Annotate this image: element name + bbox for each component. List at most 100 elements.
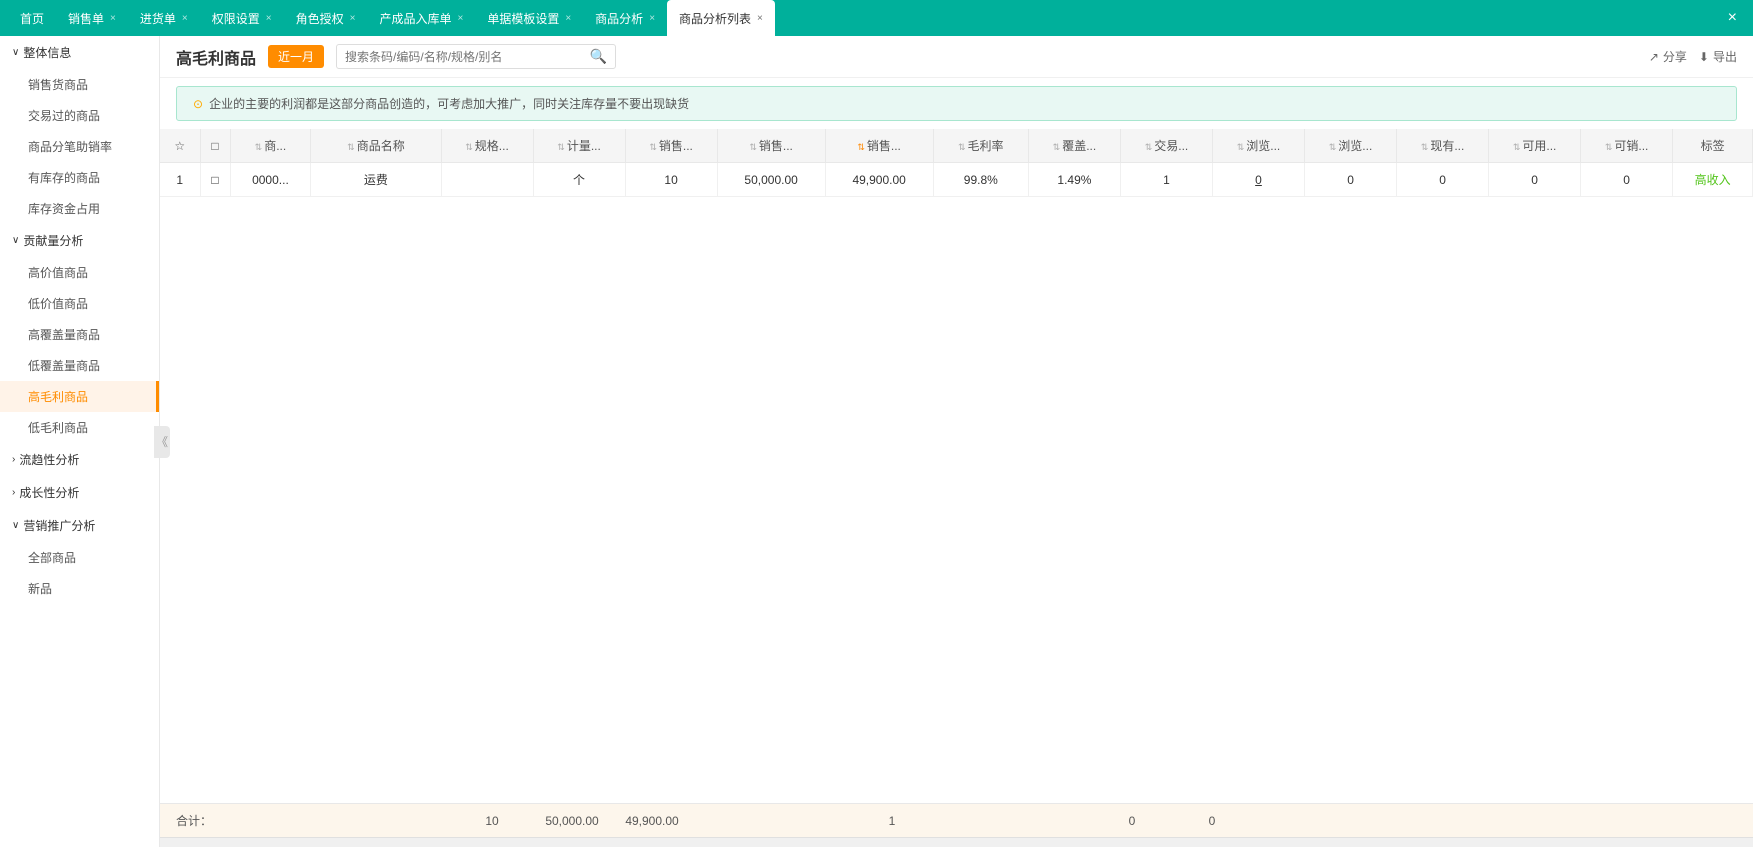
close-icon[interactable]: × [110,13,116,24]
footer-label: 合计： [176,812,212,829]
close-icon[interactable]: × [266,13,272,24]
footer-sales-qty: 10 [452,814,532,828]
header-actions: ↗ 分享 ⬇ 导出 [1649,48,1737,65]
sidebar-group-growth[interactable]: › 成长性分析 [0,476,159,509]
close-all-tabs-button[interactable]: × [1720,9,1745,27]
product-table: ☆ □ ⇅商... ⇅商品名称 ⇅规格... ⇅计量... ⇅销售... ⇅销售… [160,129,1753,197]
cell-current-stock: 0 [1397,163,1489,197]
col-current-stock[interactable]: ⇅现有... [1397,129,1489,163]
info-banner: ⊙ 企业的主要的利润都是这部分商品创造的，可考虑加大推广，同时关注库存量不要出现… [176,86,1737,121]
cell-views1[interactable]: 0 [1212,163,1304,197]
close-icon[interactable]: × [565,13,571,24]
col-settings[interactable]: ☆ [160,129,200,163]
col-spec[interactable]: ⇅规格... [441,129,533,163]
cell-checkbox[interactable]: □ [200,163,230,197]
bottom-scrollbar[interactable] [160,837,1753,847]
col-unit[interactable]: ⇅计量... [533,129,625,163]
nav-tab-template[interactable]: 单据模板设置 × [475,0,583,36]
sidebar-group-contribution[interactable]: ∨ 贡献量分析 [0,224,159,257]
sidebar-item-high-value[interactable]: 高价值商品 [0,257,159,288]
nav-tab-role[interactable]: 角色授权 × [284,0,368,36]
chevron-down-icon: ∨ [12,235,19,246]
col-checkbox[interactable]: □ [200,129,230,163]
col-sales-qty[interactable]: ⇅销售... [625,129,717,163]
footer-transactions: 1 [852,814,932,828]
close-icon[interactable]: × [649,13,655,24]
chevron-down-icon: ∨ [12,520,19,531]
col-sales-profit[interactable]: ⇅销售... [825,129,933,163]
nav-tab-purchase[interactable]: 进货单 × [128,0,200,36]
table-header-row: ☆ □ ⇅商... ⇅商品名称 ⇅规格... ⇅计量... ⇅销售... ⇅销售… [160,129,1753,163]
cell-available: 0 [1489,163,1581,197]
close-icon[interactable]: × [182,13,188,24]
col-sellable[interactable]: ⇅可销... [1581,129,1673,163]
footer-sales-amount: 50,000.00 [532,814,612,828]
sidebar-item-sales-rate[interactable]: 商品分笔助销率 [0,131,159,162]
cell-sales-profit: 49,900.00 [825,163,933,197]
chevron-down-icon: ∨ [12,47,19,58]
close-icon[interactable]: × [350,13,356,24]
sidebar-group-marketing[interactable]: ∨ 营销推广分析 [0,509,159,542]
sidebar-item-new-goods[interactable]: 新品 [0,573,159,604]
search-icon[interactable]: 🔍 [590,48,607,65]
main-layout: ∨ 整体信息 销售货商品 交易过的商品 商品分笔助销率 有库存的商品 库存资金占… [0,36,1753,847]
nav-tab-product-analysis[interactable]: 商品分析 × [583,0,667,36]
table-row: 1 □ 0000... 运费 个 10 50,000.00 49,900.00 … [160,163,1753,197]
cell-gross-margin: 99.8% [933,163,1028,197]
col-sales-amount[interactable]: ⇅销售... [717,129,825,163]
sidebar-item-traded-goods[interactable]: 交易过的商品 [0,100,159,131]
sidebar-item-in-stock[interactable]: 有库存的商品 [0,162,159,193]
sidebar: ∨ 整体信息 销售货商品 交易过的商品 商品分笔助销率 有库存的商品 库存资金占… [0,36,160,847]
cell-tag: 高收入 [1673,163,1753,197]
cell-name: 运费 [311,163,441,197]
sidebar-item-low-coverage[interactable]: 低覆盖量商品 [0,350,159,381]
footer-current-stock: 0 [1092,814,1172,828]
nav-tab-sales[interactable]: 销售单 × [56,0,128,36]
search-box: 🔍 [336,44,616,69]
content-header: 高毛利商品 近一月 🔍 ↗ 分享 ⬇ 导出 [160,36,1753,78]
col-available[interactable]: ⇅可用... [1489,129,1581,163]
table-footer: 合计： 10 50,000.00 49,900.00 1 0 0 [160,803,1753,837]
cell-unit: 个 [533,163,625,197]
info-icon: ⊙ [193,97,203,111]
nav-tab-inbound[interactable]: 产成品入库单 × [367,0,475,36]
content-area: 高毛利商品 近一月 🔍 ↗ 分享 ⬇ 导出 ⊙ 企业的主要的利润都是这部分商品创… [160,36,1753,847]
col-coverage[interactable]: ⇅覆盖... [1028,129,1120,163]
nav-tab-product-analysis-list[interactable]: 商品分析列表 × [667,0,775,36]
footer-spacer [232,814,452,828]
top-navigation: 首页 销售单 × 进货单 × 权限设置 × 角色授权 × 产成品入库单 × 单据… [0,0,1753,36]
sidebar-item-stock-capital[interactable]: 库存资金占用 [0,193,159,224]
close-icon[interactable]: × [757,13,763,24]
footer-spacer5 [1012,814,1092,828]
sidebar-group-trend[interactable]: › 流趋性分析 [0,443,159,476]
nav-tab-home[interactable]: 首页 [8,0,56,36]
col-name[interactable]: ⇅商品名称 [311,129,441,163]
filter-recent-month-button[interactable]: 近一月 [268,45,324,68]
export-button[interactable]: ⬇ 导出 [1699,48,1737,65]
cell-sales-qty: 10 [625,163,717,197]
col-gross-margin[interactable]: ⇅毛利率 [933,129,1028,163]
nav-tab-permission[interactable]: 权限设置 × [200,0,284,36]
sidebar-item-low-margin[interactable]: 低毛利商品 [0,412,159,443]
col-views2[interactable]: ⇅浏览... [1305,129,1397,163]
footer-spacer2 [692,814,772,828]
col-code[interactable]: ⇅商... [230,129,311,163]
sidebar-item-all-goods[interactable]: 全部商品 [0,542,159,573]
col-tag[interactable]: 标签 [1673,129,1753,163]
search-input[interactable] [345,50,590,64]
sidebar-wrapper: ∨ 整体信息 销售货商品 交易过的商品 商品分笔助销率 有库存的商品 库存资金占… [0,36,160,847]
cell-code: 0000... [230,163,311,197]
sidebar-item-high-coverage[interactable]: 高覆盖量商品 [0,319,159,350]
sidebar-item-sales-goods[interactable]: 销售货商品 [0,69,159,100]
cell-views2: 0 [1305,163,1397,197]
cell-sellable: 0 [1581,163,1673,197]
share-button[interactable]: ↗ 分享 [1649,48,1687,65]
close-icon[interactable]: × [457,13,463,24]
sidebar-group-overall[interactable]: ∨ 整体信息 [0,36,159,69]
footer-spacer3 [772,814,852,828]
col-transactions[interactable]: ⇅交易... [1120,129,1212,163]
sidebar-item-low-value[interactable]: 低价值商品 [0,288,159,319]
col-views1[interactable]: ⇅浏览... [1212,129,1304,163]
sidebar-collapse-button[interactable]: 《 [154,426,170,458]
sidebar-item-high-margin[interactable]: 高毛利商品 [0,381,159,412]
